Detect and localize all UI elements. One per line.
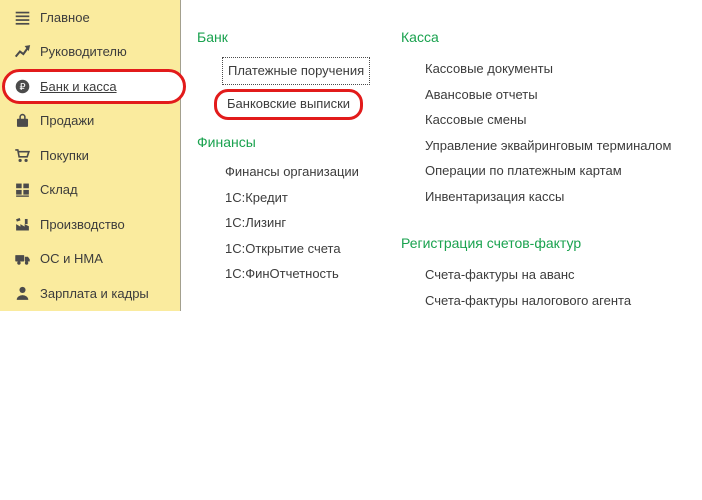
link-payment-orders[interactable]: Платежные поручения — [228, 63, 364, 78]
link-1c-leasing[interactable]: 1С:Лизинг — [225, 215, 286, 230]
sidebar-item-bank-and-cash[interactable]: ₽ Банк и касса — [2, 69, 186, 104]
link-advance-reports[interactable]: Авансовые отчеты — [425, 87, 538, 102]
menu-icon — [13, 8, 31, 26]
sidebar-item-label: Производство — [40, 216, 125, 232]
section-title-kassa: Касса — [401, 29, 439, 45]
section-title-invoices: Регистрация счетов-фактур — [401, 235, 582, 251]
sidebar-item-sales[interactable]: Продажи — [0, 104, 180, 139]
red-annotation-oval: Банковские выписки — [214, 89, 364, 120]
sidebar-item-label: Покупки — [40, 147, 89, 163]
link-invoices-advance[interactable]: Счета-фактуры на аванс — [425, 267, 575, 282]
link-invoices-tax-agent[interactable]: Счета-фактуры налогового агента — [425, 293, 631, 308]
section-panel: Главное Руководителю ₽ Банк и касса Прод… — [0, 0, 186, 311]
invoices-section: Регистрация счетов-фактур Счета-фактуры … — [401, 234, 631, 313]
ruble-coin-icon: ₽ — [13, 77, 31, 95]
section-title-finance: Финансы — [197, 134, 256, 150]
bank-section: Банк Платежные поручения Банковские выпи… — [197, 28, 371, 120]
link-bank-statements[interactable]: Банковские выписки — [227, 96, 350, 111]
sidebar-item-label: Главное — [40, 9, 90, 25]
sidebar-item-label: Руководителю — [40, 44, 127, 60]
link-1c-finreport[interactable]: 1С:ФинОтчетность — [225, 266, 339, 281]
cart-icon — [13, 146, 31, 164]
link-acquiring-terminal[interactable]: Управление эквайринговым терминалом — [425, 138, 671, 153]
link-cash-inventory[interactable]: Инвентаризация кассы — [425, 189, 564, 204]
link-cash-documents[interactable]: Кассовые документы — [425, 61, 553, 76]
sidebar-item-fixed-assets[interactable]: ОС и НМА — [0, 242, 180, 277]
sidebar-item-warehouse[interactable]: Склад — [0, 173, 180, 208]
sidebar-item-label: Зарплата и кадры — [40, 285, 149, 301]
sidebar-item-label: ОС и НМА — [40, 251, 103, 267]
link-org-finance[interactable]: Финансы организации — [225, 164, 359, 179]
sidebar-item-purchases[interactable]: Покупки — [0, 138, 180, 173]
truck-icon — [13, 250, 31, 268]
factory-icon — [13, 215, 31, 233]
finance-section: Финансы Финансы организации 1С:Кредит 1С… — [197, 133, 359, 287]
link-cash-shifts[interactable]: Кассовые смены — [425, 112, 526, 127]
section-title-bank: Банк — [197, 29, 228, 45]
person-icon — [13, 284, 31, 302]
kassa-section: Касса Кассовые документы Авансовые отчет… — [401, 28, 671, 209]
sidebar-item-label: Склад — [40, 182, 78, 198]
sidebar-item-label: Продажи — [40, 113, 95, 129]
sidebar-item-label: Банк и касса — [40, 78, 117, 94]
link-1c-credit[interactable]: 1С:Кредит — [225, 190, 288, 205]
svg-text:₽: ₽ — [19, 82, 25, 92]
focus-dotted-box: Платежные поручения — [222, 57, 371, 85]
link-1c-account-opening[interactable]: 1С:Открытие счета — [225, 241, 341, 256]
sidebar-item-main[interactable]: Главное — [0, 0, 180, 35]
bag-icon — [13, 112, 31, 130]
pallet-icon — [13, 181, 31, 199]
sidebar-item-production[interactable]: Производство — [0, 207, 180, 242]
sidebar-item-manager[interactable]: Руководителю — [0, 35, 180, 70]
link-payment-card-operations[interactable]: Операции по платежным картам — [425, 163, 622, 178]
sidebar-item-payroll[interactable]: Зарплата и кадры — [0, 276, 180, 311]
chart-icon — [13, 43, 31, 61]
